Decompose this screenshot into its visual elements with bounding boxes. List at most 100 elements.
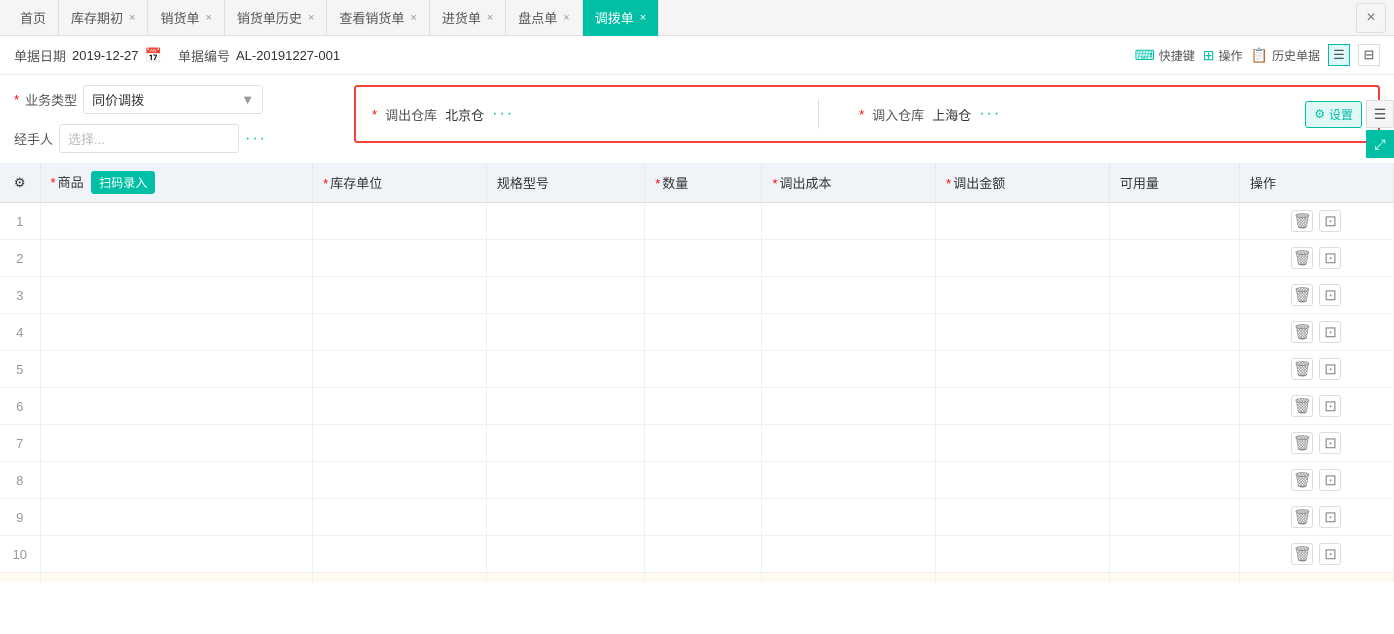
row-action-9: 🗑⊡ <box>1239 499 1393 536</box>
delete-row-2-icon[interactable]: 🗑 <box>1291 247 1313 269</box>
transfer-in-label: 调入仓库 <box>872 105 924 124</box>
tab-purchase-order[interactable]: 进货单 × <box>430 0 506 36</box>
list-view-button[interactable]: ☰ <box>1328 44 1350 66</box>
copy-row-1-icon[interactable]: ⊡ <box>1319 210 1341 232</box>
row-product-7[interactable] <box>40 425 313 462</box>
row-product-10[interactable] <box>40 536 313 573</box>
tab-close-sales-order[interactable]: × <box>205 12 211 24</box>
row-product-8[interactable] <box>40 462 313 499</box>
row-amount-5 <box>936 351 1110 388</box>
row-product-2[interactable] <box>40 240 313 277</box>
copy-row-7-icon[interactable]: ⊡ <box>1319 432 1341 454</box>
delete-row-1-icon[interactable]: 🗑 <box>1291 210 1313 232</box>
row-amount-3 <box>936 277 1110 314</box>
row-quantity-7 <box>645 425 762 462</box>
delete-row-9-icon[interactable]: 🗑 <box>1291 506 1313 528</box>
tab-close-inventory-init[interactable]: × <box>129 12 135 24</box>
table-cost-header: *调出成本 <box>762 163 936 203</box>
row-unit-5 <box>313 351 487 388</box>
copy-row-10-icon[interactable]: ⊡ <box>1319 543 1341 565</box>
row-quantity-8 <box>645 462 762 499</box>
date-picker-icon[interactable]: 📅 <box>145 47 162 64</box>
delete-row-8-icon[interactable]: 🗑 <box>1291 469 1313 491</box>
right-list-icon[interactable]: ☰ <box>1366 100 1394 128</box>
table-gear-header[interactable]: ⚙ <box>0 163 40 203</box>
tab-sales-history[interactable]: 销货单历史 × <box>225 0 327 36</box>
row-spec-4 <box>486 314 644 351</box>
delete-row-3-icon[interactable]: 🗑 <box>1291 284 1313 306</box>
row-product-9[interactable] <box>40 499 313 536</box>
row-spec-7 <box>486 425 644 462</box>
settings-button[interactable]: ⚙ 设置 <box>1305 101 1362 128</box>
handler-more-button[interactable]: ··· <box>245 130 267 148</box>
table-product-header: *商品 扫码录入 <box>40 163 313 203</box>
tab-view-sales[interactable]: 查看销货单 × <box>327 0 429 36</box>
handler-select[interactable]: 选择... <box>59 124 239 153</box>
row-unit-6 <box>313 388 487 425</box>
row-cost-5 <box>762 351 936 388</box>
row-product-3[interactable] <box>40 277 313 314</box>
transfer-out-value: 北京仓 <box>445 105 484 124</box>
date-label: 单据日期 <box>14 46 66 65</box>
delete-row-10-icon[interactable]: 🗑 <box>1291 543 1313 565</box>
row-available-6 <box>1109 388 1239 425</box>
row-quantity-4 <box>645 314 762 351</box>
warehouse-divider <box>818 99 819 129</box>
transfer-in-more-button[interactable]: ··· <box>979 105 1001 123</box>
tab-close-inventory-check[interactable]: × <box>563 12 569 24</box>
tab-sales-order[interactable]: 销货单 × <box>148 0 224 36</box>
transfer-out-field: * 调出仓库 北京仓 ··· <box>372 105 778 124</box>
grid-view-button[interactable]: ⊟ <box>1358 44 1380 66</box>
table-action-header: 操作 <box>1239 163 1393 203</box>
row-action-6: 🗑⊡ <box>1239 388 1393 425</box>
row-quantity-2 <box>645 240 762 277</box>
tab-close-view-sales[interactable]: × <box>410 12 416 24</box>
delete-row-5-icon[interactable]: 🗑 <box>1291 358 1313 380</box>
row-product-5[interactable] <box>40 351 313 388</box>
tab-inventory-check[interactable]: 盘点单 × <box>506 0 582 36</box>
row-number-3: 3 <box>0 277 40 314</box>
toolbar-right: ⌨ 快捷键 ⊞ 操作 📋 历史单据 ☰ ⊟ <box>1135 44 1380 66</box>
copy-row-8-icon[interactable]: ⊡ <box>1319 469 1341 491</box>
transfer-in-field: * 调入仓库 上海仓 ··· <box>859 105 1265 124</box>
copy-row-2-icon[interactable]: ⊡ <box>1319 247 1341 269</box>
transfer-out-more-button[interactable]: ··· <box>492 105 514 123</box>
history-button[interactable]: 📋 历史单据 <box>1251 47 1320 64</box>
right-expand-icon[interactable]: ⤢ <box>1366 130 1394 158</box>
row-number-2: 2 <box>0 240 40 277</box>
row-product-4[interactable] <box>40 314 313 351</box>
operations-button[interactable]: ⊞ 操作 <box>1203 47 1243 64</box>
copy-row-5-icon[interactable]: ⊡ <box>1319 358 1341 380</box>
row-action-11: 🗑⊡ <box>1239 573 1393 583</box>
tab-close-sales-history[interactable]: × <box>308 12 314 24</box>
row-amount-9 <box>936 499 1110 536</box>
table-available-header: 可用量 <box>1109 163 1239 203</box>
copy-row-3-icon[interactable]: ⊡ <box>1319 284 1341 306</box>
row-amount-2 <box>936 240 1110 277</box>
row-quantity-5 <box>645 351 762 388</box>
business-type-select[interactable]: 同价调拨 ▼ <box>83 85 263 114</box>
row-unit-10 <box>313 536 487 573</box>
right-sidebar: ☰ ⤢ <box>1366 100 1394 158</box>
shortcuts-button[interactable]: ⌨ 快捷键 <box>1135 47 1195 64</box>
copy-row-4-icon[interactable]: ⊡ <box>1319 321 1341 343</box>
delete-row-7-icon[interactable]: 🗑 <box>1291 432 1313 454</box>
tab-inventory-init[interactable]: 库存期初 × <box>59 0 148 36</box>
row-available-4 <box>1109 314 1239 351</box>
tab-close-transfer-order[interactable]: × <box>640 12 646 24</box>
delete-row-4-icon[interactable]: 🗑 <box>1291 321 1313 343</box>
scan-input-button[interactable]: 扫码录入 <box>91 171 155 194</box>
form-area: * 业务类型 同价调拨 ▼ 经手人 选择... ··· * 调出仓库 北京仓 ·… <box>0 75 1394 163</box>
tab-home[interactable]: 首页 <box>8 0 59 36</box>
row-product-1[interactable] <box>40 203 313 240</box>
delete-row-6-icon[interactable]: 🗑 <box>1291 395 1313 417</box>
copy-row-6-icon[interactable]: ⊡ <box>1319 395 1341 417</box>
transfer-in-value: 上海仓 <box>932 105 971 124</box>
copy-row-9-icon[interactable]: ⊡ <box>1319 506 1341 528</box>
window-close-button[interactable]: × <box>1356 3 1386 33</box>
transfer-out-label: 调出仓库 <box>385 105 437 124</box>
table-spec-header: 规格型号 <box>486 163 644 203</box>
row-product-6[interactable] <box>40 388 313 425</box>
tab-transfer-order[interactable]: 调拨单 × <box>583 0 659 36</box>
tab-close-purchase-order[interactable]: × <box>487 12 493 24</box>
